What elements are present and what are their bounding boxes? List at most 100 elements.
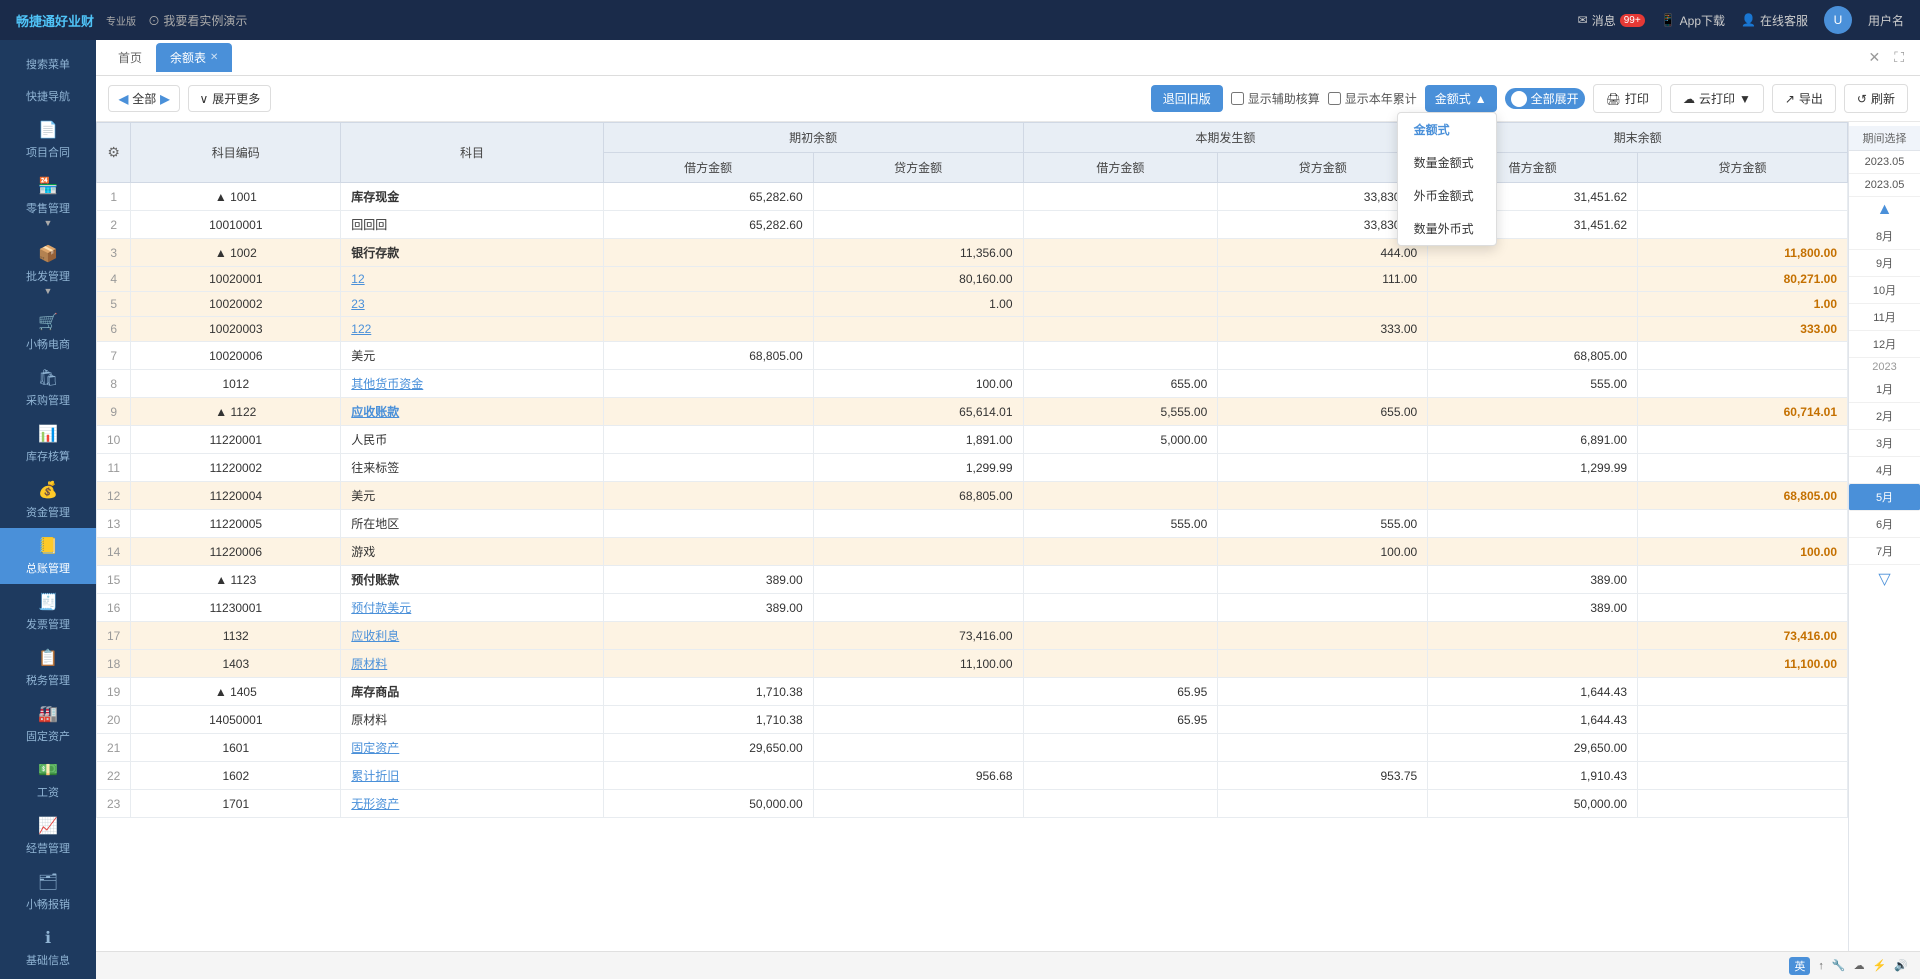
period-aug[interactable]: 8月 [1849, 223, 1920, 250]
cell-current-credit [1218, 482, 1428, 510]
cell-opening-debit [603, 650, 813, 678]
period-nov[interactable]: 11月 [1849, 304, 1920, 331]
top-bar: 畅捷通好业财 专业版 ⊙ 我要看实例演示 ✉ 消息 99+ 📱 App下载 👤 … [0, 0, 1920, 40]
table-row: 211601固定资产29,650.0029,650.00 [97, 734, 1848, 762]
cell-current-debit: 5,555.00 [1023, 398, 1218, 426]
period-jan[interactable]: 1月 [1849, 376, 1920, 403]
period-up-btn[interactable]: ▲ [1849, 197, 1920, 223]
online-service-btn[interactable]: 👤 在线客服 [1741, 12, 1808, 29]
period-feb[interactable]: 2月 [1849, 403, 1920, 430]
cell-closing-credit [1638, 211, 1848, 239]
cell-subject[interactable]: 应收账款 [341, 398, 603, 426]
cell-index: 19 [97, 678, 131, 706]
table-settings-icon[interactable]: ⚙ [107, 144, 120, 160]
service-icon: 👤 [1741, 13, 1756, 27]
expand-more-btn[interactable]: ∨ 展开更多 [188, 85, 271, 112]
format-option-qty-foreign[interactable]: 数量外币式 [1398, 212, 1496, 245]
period-apr[interactable]: 4月 [1849, 457, 1920, 484]
app-logo: 畅捷通好业财 [16, 11, 94, 30]
period-sep[interactable]: 9月 [1849, 250, 1920, 277]
cell-subject[interactable]: 预付款美元 [341, 594, 603, 622]
demo-link[interactable]: ⊙ 我要看实例演示 [148, 12, 247, 29]
breadcrumb-right-arrow: ▶ [160, 92, 169, 106]
refresh-btn[interactable]: ↺ 刷新 [1844, 84, 1908, 113]
export-btn[interactable]: ↗ 导出 [1772, 84, 1836, 113]
period-jun[interactable]: 6月 [1849, 511, 1920, 538]
message-badge: 99+ [1620, 14, 1645, 27]
period-mar[interactable]: 3月 [1849, 430, 1920, 457]
tab-close-balance[interactable]: ✕ [210, 52, 218, 63]
period-oct[interactable]: 10月 [1849, 277, 1920, 304]
cloud-print-btn[interactable]: ☁ 云打印 ▼ [1670, 84, 1764, 113]
yearly-check[interactable] [1328, 92, 1341, 105]
message-btn[interactable]: ✉ 消息 99+ [1578, 12, 1645, 29]
lang-btn[interactable]: 英 [1789, 957, 1810, 975]
period-date-1[interactable]: 2023.05 [1849, 151, 1920, 174]
tab-balance[interactable]: 余额表 ✕ [156, 43, 232, 72]
cell-opening-debit [603, 622, 813, 650]
sidebar-item-assets[interactable]: 🏭 固定资产 [0, 696, 96, 752]
sidebar-search[interactable]: 搜索菜单 [0, 48, 96, 80]
sidebar-item-retail[interactable]: 🏪 零售管理 ▼ [0, 168, 96, 236]
sidebar-quick-nav[interactable]: 快捷导航 [0, 80, 96, 112]
format-option-amount[interactable]: 金额式 [1398, 113, 1496, 146]
cell-subject[interactable]: 应收利息 [341, 622, 603, 650]
tax-icon: 📋 [38, 648, 58, 668]
format-btn[interactable]: 金额式 ▲ [1425, 85, 1497, 112]
cell-subject[interactable]: 无形资产 [341, 790, 603, 818]
all-expand-toggle[interactable]: 全部展开 [1505, 88, 1585, 109]
subsidiary-check[interactable] [1231, 92, 1244, 105]
cell-subject[interactable]: 122 [341, 317, 603, 342]
format-option-qty-amount[interactable]: 数量金额式 [1398, 146, 1496, 179]
period-may[interactable]: 5月 [1849, 484, 1920, 511]
period-dec[interactable]: 12月 [1849, 331, 1920, 358]
balance-table: ⚙ 科目编码 科目 期初余额 本期发生额 期末余额 借方金额 贷方金额 借方金额 [96, 122, 1848, 818]
sidebar-item-funds[interactable]: 💰 资金管理 [0, 472, 96, 528]
cell-subject[interactable]: 其他货币资金 [341, 370, 603, 398]
sidebar-item-basic-info[interactable]: ℹ 基础信息 [0, 920, 96, 976]
sidebar-item-invoice[interactable]: 🧾 发票管理 [0, 584, 96, 640]
show-subsidiary-checkbox[interactable]: 显示辅助核算 [1231, 90, 1320, 107]
sidebar-item-project[interactable]: 📄 项目合同 [0, 112, 96, 168]
format-option-foreign-amount[interactable]: 外币金额式 [1398, 179, 1496, 212]
sidebar-item-ecommerce[interactable]: 🛒 小畅电商 [0, 304, 96, 360]
cell-current-credit: 655.00 [1218, 398, 1428, 426]
format-dropdown: 金额式 数量金额式 外币金额式 数量外币式 [1397, 112, 1497, 246]
cell-closing-debit [1428, 292, 1638, 317]
cell-opening-debit [603, 538, 813, 566]
sidebar-item-general-ledger[interactable]: 📒 总账管理 [0, 528, 96, 584]
print-btn[interactable]: 🖨 打印 [1593, 84, 1662, 113]
breadcrumb-all-btn[interactable]: ◀ 全部 ▶ [108, 85, 180, 112]
purchase-icon: 🛍 [38, 368, 58, 388]
period-down-btn[interactable]: ▽ [1849, 565, 1920, 593]
back-old-btn[interactable]: 退回旧版 [1151, 85, 1223, 112]
sidebar-item-salary[interactable]: 💵 工资 [0, 752, 96, 808]
sidebar-item-wholesale[interactable]: 📦 批发管理 ▼ [0, 236, 96, 304]
sidebar-item-operations[interactable]: 📈 经营管理 [0, 808, 96, 864]
cell-subject[interactable]: 累计折旧 [341, 762, 603, 790]
period-date-2[interactable]: 2023.05 [1849, 174, 1920, 197]
sidebar-item-purchase[interactable]: 🛍 采购管理 [0, 360, 96, 416]
table-container[interactable]: ⚙ 科目编码 科目 期初余额 本期发生额 期末余额 借方金额 贷方金额 借方金额 [96, 122, 1848, 951]
period-jul[interactable]: 7月 [1849, 538, 1920, 565]
cell-subject[interactable]: 12 [341, 267, 603, 292]
sidebar-item-tax[interactable]: 📋 税务管理 [0, 640, 96, 696]
cell-current-debit [1023, 538, 1218, 566]
cell-opening-credit [813, 317, 1023, 342]
show-yearly-checkbox[interactable]: 显示本年累计 [1328, 90, 1417, 107]
maximize-btn[interactable]: ⛶ [1890, 47, 1908, 68]
cell-subject[interactable]: 原材料 [341, 650, 603, 678]
cell-code: 1403 [131, 650, 341, 678]
cell-subject[interactable]: 固定资产 [341, 734, 603, 762]
cell-subject[interactable]: 23 [341, 292, 603, 317]
cell-code: 1601 [131, 734, 341, 762]
sidebar-item-inventory[interactable]: 📊 库存核算 [0, 416, 96, 472]
top-bar-right: ✉ 消息 99+ 📱 App下载 👤 在线客服 U 用户名 [1578, 6, 1904, 34]
sidebar-item-reports[interactable]: 🗂 小畅报销 [0, 864, 96, 920]
th-closing-credit: 贷方金额 [1638, 153, 1848, 183]
tab-home[interactable]: 首页 [108, 43, 152, 72]
cell-closing-debit: 389.00 [1428, 566, 1638, 594]
close-panel-btn[interactable]: ✕ [1864, 47, 1884, 68]
user-avatar[interactable]: U [1824, 6, 1852, 34]
app-download-btn[interactable]: 📱 App下载 [1661, 12, 1725, 29]
